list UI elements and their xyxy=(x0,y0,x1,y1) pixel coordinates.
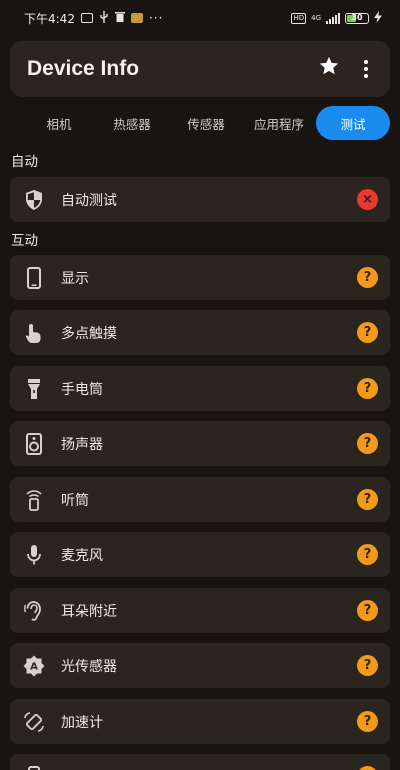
message-icon xyxy=(80,13,93,23)
star-icon[interactable] xyxy=(314,55,344,83)
unknown-status-icon: ? xyxy=(357,766,378,770)
section-title-auto: 自动 xyxy=(11,154,38,170)
tab-label: 应用程序 xyxy=(253,116,304,132)
trash-icon xyxy=(114,11,125,26)
test-item-display[interactable]: 显示 ? xyxy=(10,255,390,300)
unknown-status-icon: ? xyxy=(357,267,378,288)
unknown-status-icon: ? xyxy=(357,378,378,399)
tab-label: 热感器 xyxy=(113,116,151,132)
test-item-proximity[interactable]: 耳朵附近 ? xyxy=(10,588,390,633)
tab-label: 测试 xyxy=(340,116,366,132)
item-label: 加速计 xyxy=(61,714,103,731)
microphone-icon xyxy=(12,532,56,577)
tab-label: 相机 xyxy=(46,116,72,132)
test-item-auto-test[interactable]: 自动测试 × xyxy=(10,177,390,222)
unknown-status-icon: ? xyxy=(357,600,378,621)
unknown-status-icon: ? xyxy=(357,433,378,454)
speaker-icon xyxy=(12,421,56,466)
item-label: 多点触摸 xyxy=(61,325,117,342)
app-title: Device Info xyxy=(27,57,140,80)
phone-icon xyxy=(12,255,56,300)
svg-text:A: A xyxy=(30,661,38,672)
charging-icon xyxy=(374,10,382,26)
test-item-flashlight[interactable]: 手电筒 ? xyxy=(10,366,390,411)
unknown-status-icon: ? xyxy=(357,322,378,343)
item-label: 麦克风 xyxy=(61,547,103,564)
signal-icon xyxy=(326,12,340,24)
tab-label: 传感器 xyxy=(187,116,225,132)
accelerometer-icon xyxy=(12,699,56,744)
more-vert-icon[interactable] xyxy=(356,57,376,81)
item-label: 光传感器 xyxy=(61,658,117,675)
unknown-status-icon: ? xyxy=(357,711,378,732)
tab-thermal[interactable]: 热感器 xyxy=(99,106,165,140)
fail-status-icon: × xyxy=(357,189,378,210)
test-item-vibration[interactable]: ? xyxy=(10,754,390,770)
section-title-interactive: 互动 xyxy=(11,233,38,249)
tab-bar: 相机 热感器 传感器 应用程序 测试 xyxy=(0,106,400,140)
item-label: 听筒 xyxy=(61,492,89,509)
item-label: 显示 xyxy=(61,270,89,287)
tab-camera[interactable]: 相机 xyxy=(26,106,92,140)
unknown-status-icon: ? xyxy=(357,489,378,510)
test-item-accelerometer[interactable]: 加速计 ? xyxy=(10,699,390,744)
shield-icon xyxy=(12,177,56,222)
tab-sensors[interactable]: 传感器 xyxy=(172,106,240,140)
tab-apps[interactable]: 应用程序 xyxy=(245,106,313,140)
light-sensor-icon: A xyxy=(12,643,56,688)
item-label: 手电筒 xyxy=(61,381,103,398)
battery-level: 30 xyxy=(351,12,363,22)
more-notifications-icon: ··· xyxy=(148,11,164,25)
earpiece-icon xyxy=(12,477,56,522)
item-label: 耳朵附近 xyxy=(61,603,117,620)
app-bar: Device Info xyxy=(10,41,390,97)
unknown-status-icon: ? xyxy=(357,655,378,676)
touch-icon xyxy=(12,310,56,355)
usb-icon xyxy=(99,10,109,26)
flashlight-icon xyxy=(12,366,56,411)
test-item-microphone[interactable]: 麦克风 ? xyxy=(10,532,390,577)
tab-tests[interactable]: 测试 xyxy=(316,106,390,140)
vibration-icon xyxy=(12,754,56,770)
test-item-light-sensor[interactable]: A 光传感器 ? xyxy=(10,643,390,688)
item-label: 自动测试 xyxy=(61,192,117,209)
item-label: 扬声器 xyxy=(61,436,103,453)
ear-icon xyxy=(12,588,56,633)
status-bar: 下午4:42 ··· HD 4G 30 xyxy=(0,0,400,36)
unknown-status-icon: ? xyxy=(357,544,378,565)
app-notification-icon xyxy=(130,13,143,23)
test-item-multitouch[interactable]: 多点触摸 ? xyxy=(10,310,390,355)
network-type: 4G xyxy=(311,13,321,22)
test-item-earpiece[interactable]: 听筒 ? xyxy=(10,477,390,522)
battery-icon: 30 xyxy=(345,12,369,24)
test-item-speaker[interactable]: 扬声器 ? xyxy=(10,421,390,466)
clock: 下午4:42 xyxy=(24,11,75,26)
hd-icon: HD xyxy=(291,12,307,24)
